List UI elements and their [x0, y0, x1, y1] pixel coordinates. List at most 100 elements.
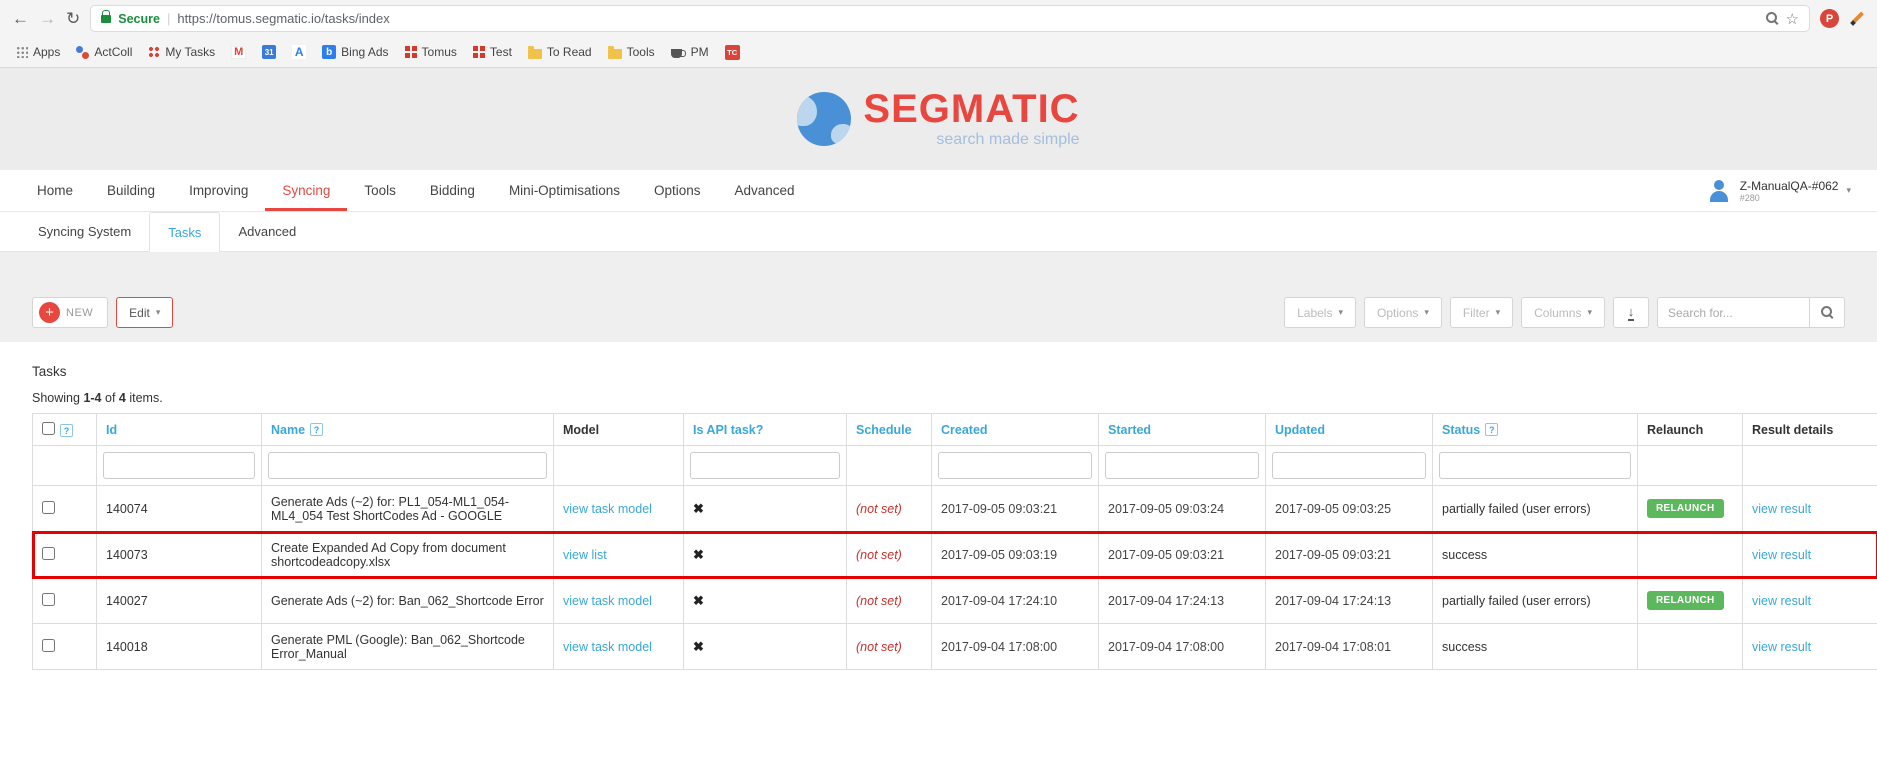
user-menu[interactable]: Z-ManualQA-#062 #280 ▾	[1706, 170, 1857, 211]
column-header-updated[interactable]: Updated	[1265, 413, 1433, 446]
bookmark-actcoll[interactable]: ActColl	[68, 37, 140, 67]
row-checkbox[interactable]	[42, 592, 55, 606]
schedule-cell: (not set)	[846, 623, 932, 670]
started-at: 2017-09-05 09:03:21	[1098, 531, 1266, 578]
new-button[interactable]: + NEW	[32, 297, 109, 328]
bookmark-star-icon[interactable]: ☆	[1786, 10, 1799, 28]
search-input[interactable]	[1657, 297, 1809, 328]
relaunch-button[interactable]: RELAUNCH	[1647, 499, 1724, 518]
nav-tab-home[interactable]: Home	[20, 170, 90, 211]
result-link[interactable]: view result	[1752, 594, 1811, 608]
labels-dropdown[interactable]: Labels ▾	[1284, 297, 1357, 328]
column-label[interactable]: Updated	[1275, 423, 1325, 437]
download-button[interactable]: ↓	[1613, 297, 1649, 328]
help-icon[interactable]: ?	[1485, 422, 1499, 436]
subnav-tab-advanced[interactable]: Advanced	[220, 212, 314, 251]
folder-icon	[527, 45, 542, 59]
column-label[interactable]: Schedule	[856, 423, 912, 437]
pencil-extension-icon[interactable]	[1849, 11, 1865, 27]
model-link[interactable]: view task model	[563, 502, 652, 516]
subnav-tab-syncing-system[interactable]: Syncing System	[20, 212, 149, 251]
column-header-created[interactable]: Created	[931, 413, 1099, 446]
bookmark-bing-ads[interactable]: b Bing Ads	[314, 37, 396, 67]
nav-tab-building[interactable]: Building	[90, 170, 172, 211]
api-flag: ✖	[683, 531, 847, 578]
help-icon[interactable]: ?	[60, 423, 73, 437]
bookmark-test[interactable]: Test	[465, 37, 520, 67]
result-link[interactable]: view result	[1752, 640, 1811, 654]
profile-badge[interactable]: P	[1820, 9, 1839, 28]
result-link[interactable]: view result	[1752, 502, 1811, 516]
column-header-status[interactable]: Status?	[1432, 413, 1638, 446]
nav-tab-options[interactable]: Options	[637, 170, 718, 211]
row-checkbox[interactable]	[42, 638, 55, 652]
column-header-schedule[interactable]: Schedule	[846, 413, 932, 446]
brand-tagline: search made simple	[936, 131, 1080, 148]
column-label[interactable]: Created	[941, 423, 988, 437]
column-header-started[interactable]: Started	[1098, 413, 1266, 446]
checkbox-cell	[32, 485, 97, 532]
nav-tab-mini-optimisations[interactable]: Mini-Optimisations	[492, 170, 637, 211]
result-cell: view result	[1742, 623, 1877, 670]
address-bar[interactable]: Secure | https://tomus.segmatic.io/tasks…	[90, 5, 1810, 32]
segmatic-logo[interactable]: SEGMATIC search made simple	[797, 89, 1080, 149]
bookmark-apps[interactable]: Apps	[8, 37, 68, 67]
column-label[interactable]: Id	[106, 423, 117, 437]
row-checkbox[interactable]	[42, 500, 55, 514]
nav-tab-syncing[interactable]: Syncing	[265, 170, 347, 211]
bookmark-calendar-31[interactable]: 31	[254, 37, 284, 67]
bookmark-tomus[interactable]: Tomus	[397, 37, 465, 67]
filter-dropdown[interactable]: Filter ▾	[1449, 297, 1514, 328]
url-text[interactable]: https://tomus.segmatic.io/tasks/index	[177, 11, 1758, 26]
model-link[interactable]: view task model	[563, 594, 652, 608]
column-header-name[interactable]: Name?	[261, 413, 554, 446]
zoom-icon[interactable]	[1765, 12, 1779, 25]
bookmark-gmail[interactable]: M	[223, 37, 254, 67]
column-label[interactable]: Is API task?	[693, 423, 763, 437]
refresh-icon[interactable]: ↻	[66, 10, 80, 27]
relaunch-button[interactable]: RELAUNCH	[1647, 591, 1724, 610]
row-checkbox[interactable]	[42, 546, 55, 560]
nav-tab-advanced[interactable]: Advanced	[718, 170, 812, 211]
forward-icon[interactable]: →	[39, 10, 56, 27]
column-header-id[interactable]: Id	[96, 413, 262, 446]
model-link[interactable]: view task model	[563, 640, 652, 654]
relaunch-cell	[1637, 531, 1743, 578]
filter-input-updated[interactable]	[1272, 452, 1426, 479]
help-icon[interactable]: ?	[310, 422, 324, 436]
back-icon[interactable]: ←	[12, 10, 29, 27]
options-dropdown[interactable]: Options ▾	[1364, 297, 1442, 328]
nav-tab-tools[interactable]: Tools	[347, 170, 413, 211]
bookmark-my-tasks[interactable]: My Tasks	[140, 37, 223, 67]
columns-dropdown[interactable]: Columns ▾	[1521, 297, 1605, 328]
filter-input-status[interactable]	[1439, 452, 1631, 479]
new-button-label: NEW	[66, 306, 94, 319]
column-label[interactable]: Name	[271, 423, 305, 437]
subnav-tab-tasks[interactable]: Tasks	[149, 212, 221, 252]
column-header-is-api-task[interactable]: Is API task?	[683, 413, 847, 446]
bookmark-label: Tools	[626, 45, 655, 59]
filter-input-name[interactable]	[268, 452, 547, 479]
filter-input-id[interactable]	[103, 452, 255, 479]
secure-label: Secure	[118, 11, 160, 26]
relaunch-cell: RELAUNCH	[1637, 577, 1743, 624]
nav-tab-improving[interactable]: Improving	[172, 170, 265, 211]
bookmark-analytics[interactable]: A	[284, 37, 314, 67]
task-id: 140027	[96, 577, 262, 624]
bookmark-to-read[interactable]: To Read	[520, 37, 600, 67]
bookmark-tools[interactable]: Tools	[600, 37, 663, 67]
edit-button[interactable]: Edit ▾	[116, 297, 174, 328]
filter-input-is-api-task[interactable]	[690, 452, 840, 479]
column-label[interactable]: Status	[1442, 423, 1480, 437]
bookmark-pm[interactable]: PM	[663, 37, 717, 67]
filter-input-started[interactable]	[1105, 452, 1259, 479]
model-link[interactable]: view list	[563, 548, 607, 562]
filter-input-created[interactable]	[938, 452, 1092, 479]
bookmark-tc-badge[interactable]: TC	[717, 37, 748, 67]
result-link[interactable]: view result	[1752, 548, 1811, 562]
search-button[interactable]	[1809, 297, 1845, 328]
select-all-checkbox[interactable]	[42, 421, 55, 435]
task-row-140073: 140073 Create Expanded Ad Copy from docum…	[31, 530, 1877, 579]
nav-tab-bidding[interactable]: Bidding	[413, 170, 492, 211]
column-label[interactable]: Started	[1108, 423, 1151, 437]
